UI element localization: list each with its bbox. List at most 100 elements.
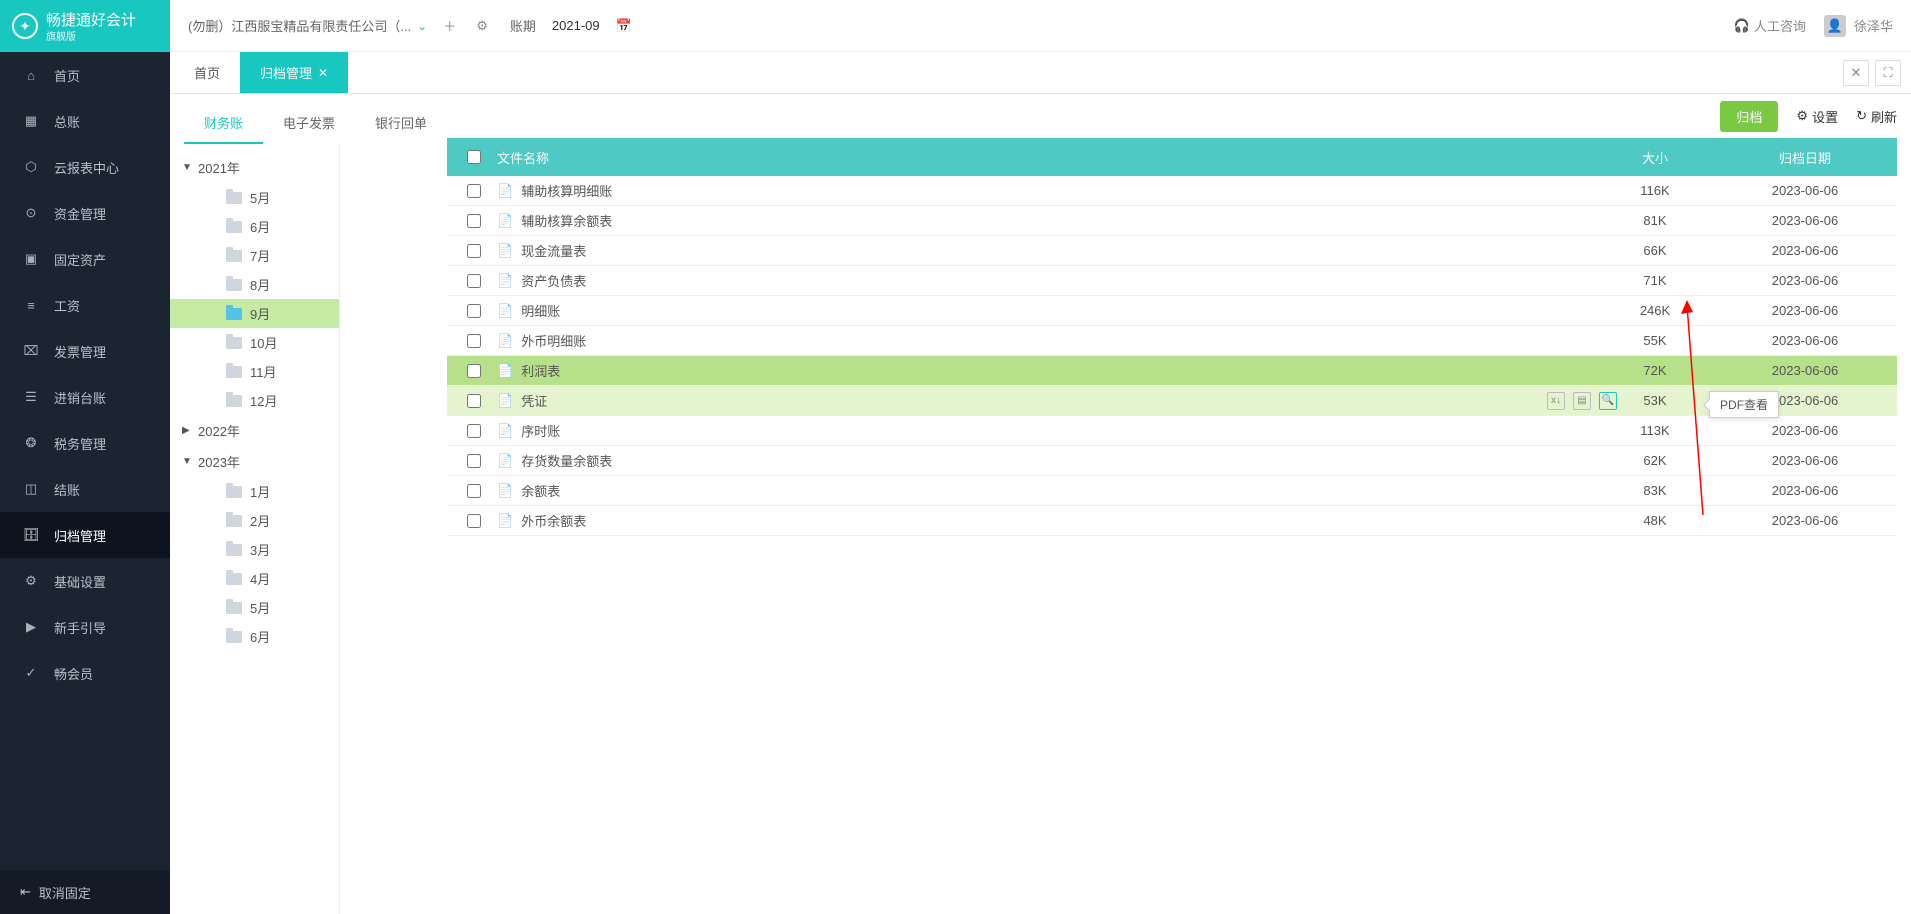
tree-month-0-0[interactable]: 5月 bbox=[170, 183, 339, 212]
tree-month-2-1[interactable]: 2月 bbox=[170, 506, 339, 535]
table-header: 文件名称 大小 归档日期 bbox=[447, 138, 1897, 176]
refresh-icon: ↻ bbox=[1856, 108, 1867, 124]
sidebar-item-label: 工资 bbox=[54, 296, 80, 315]
user-menu[interactable]: 👤 徐泽华 bbox=[1824, 15, 1893, 37]
tax-icon: ❂ bbox=[22, 434, 40, 452]
table-row[interactable]: 📄现金流量表 66K 2023-06-06 bbox=[447, 236, 1897, 266]
tree-month-2-0[interactable]: 1月 bbox=[170, 477, 339, 506]
refresh-button[interactable]: ↻ 刷新 bbox=[1856, 107, 1897, 126]
table-row[interactable]: 📄明细账 246K 2023-06-06 bbox=[447, 296, 1897, 326]
folder-icon bbox=[226, 337, 242, 349]
archive-button[interactable]: 归档 bbox=[1720, 101, 1778, 132]
row-checkbox[interactable] bbox=[467, 274, 481, 288]
folder-icon bbox=[226, 602, 242, 614]
ledger-icon: ▦ bbox=[22, 112, 40, 130]
calendar-icon[interactable]: 📅 bbox=[616, 18, 632, 34]
page-tabs: 首页归档管理✕ ✕ ⛶ bbox=[170, 52, 1911, 94]
archive-date: 2023-06-06 bbox=[1725, 513, 1885, 528]
tree-month-0-4[interactable]: 9月 bbox=[170, 299, 339, 328]
row-checkbox[interactable] bbox=[467, 364, 481, 378]
sidebar-item-5[interactable]: ≡工资 bbox=[0, 282, 170, 328]
download-excel-icon[interactable]: x↓ bbox=[1547, 392, 1565, 410]
tab-close-icon[interactable]: ✕ bbox=[318, 66, 328, 80]
sidebar-item-2[interactable]: ⬡云报表中心 bbox=[0, 144, 170, 190]
caret-icon: ▼ bbox=[182, 162, 192, 173]
tree-month-0-7[interactable]: 12月 bbox=[170, 386, 339, 415]
row-actions: x↓ ▤ 🔍 bbox=[1547, 392, 1617, 410]
consult-link[interactable]: 🎧 人工咨询 bbox=[1734, 16, 1806, 35]
row-checkbox[interactable] bbox=[467, 394, 481, 408]
file-icon: 📄 bbox=[497, 393, 513, 409]
sidebar-item-11[interactable]: ⚙基础设置 bbox=[0, 558, 170, 604]
settings-button[interactable]: ⚙ 设置 bbox=[1796, 107, 1838, 126]
tree-month-0-1[interactable]: 6月 bbox=[170, 212, 339, 241]
row-checkbox[interactable] bbox=[467, 334, 481, 348]
row-checkbox[interactable] bbox=[467, 184, 481, 198]
sidebar-item-4[interactable]: ▣固定资产 bbox=[0, 236, 170, 282]
tree-year-2[interactable]: ▼2023年 bbox=[170, 446, 339, 477]
row-checkbox[interactable] bbox=[467, 214, 481, 228]
sidebar-item-7[interactable]: ☰进销台账 bbox=[0, 374, 170, 420]
subtab-0[interactable]: 财务账 bbox=[184, 103, 263, 144]
file-icon: 📄 bbox=[497, 273, 513, 289]
chevron-down-icon: ⌄ bbox=[417, 19, 427, 33]
header-name: 文件名称 bbox=[489, 148, 1585, 167]
table-row[interactable]: 📄辅助核算明细账 116K 2023-06-06 bbox=[447, 176, 1897, 206]
settings-quick-icon[interactable]: ⚙ bbox=[472, 14, 492, 38]
tree-month-0-3[interactable]: 8月 bbox=[170, 270, 339, 299]
brand-name: 畅捷通好会计 bbox=[46, 9, 136, 30]
table-row[interactable]: 📄资产负债表 71K 2023-06-06 bbox=[447, 266, 1897, 296]
table-row[interactable]: 📄序时账 113K 2023-06-06 bbox=[447, 416, 1897, 446]
period-value: 2021-09 bbox=[552, 18, 600, 33]
file-name: 凭证 bbox=[521, 391, 547, 410]
tree-month-2-4[interactable]: 5月 bbox=[170, 593, 339, 622]
sidebar-item-13[interactable]: ✓畅会员 bbox=[0, 650, 170, 696]
table-row[interactable]: 📄凭证 x↓ ▤ 🔍 53K 2023-06-06 bbox=[447, 386, 1897, 416]
tree-year-0[interactable]: ▼2021年 bbox=[170, 152, 339, 183]
table-row[interactable]: 📄利润表 72K 2023-06-06 bbox=[447, 356, 1897, 386]
file-name: 明细账 bbox=[521, 301, 560, 320]
archive-date: 2023-06-06 bbox=[1725, 453, 1885, 468]
add-button[interactable]: ＋ bbox=[439, 12, 460, 39]
brand-icon: ✦ bbox=[12, 13, 38, 39]
sidebar-item-1[interactable]: ▦总账 bbox=[0, 98, 170, 144]
sidebar-item-0[interactable]: ⌂首页 bbox=[0, 52, 170, 98]
tab-close-all[interactable]: ✕ bbox=[1843, 60, 1869, 86]
view-pdf-icon[interactable]: 🔍 bbox=[1599, 392, 1617, 410]
table-row[interactable]: 📄辅助核算余额表 81K 2023-06-06 bbox=[447, 206, 1897, 236]
caret-icon: ▼ bbox=[182, 456, 192, 467]
sidebar-item-12[interactable]: ▶新手引导 bbox=[0, 604, 170, 650]
subtab-1[interactable]: 电子发票 bbox=[263, 103, 355, 144]
tree-month-2-2[interactable]: 3月 bbox=[170, 535, 339, 564]
row-checkbox[interactable] bbox=[467, 244, 481, 258]
row-checkbox[interactable] bbox=[467, 454, 481, 468]
tree-year-1[interactable]: ▶2022年 bbox=[170, 415, 339, 446]
sidebar-item-label: 云报表中心 bbox=[54, 158, 119, 177]
tree-month-2-3[interactable]: 4月 bbox=[170, 564, 339, 593]
sidebar-item-8[interactable]: ❂税务管理 bbox=[0, 420, 170, 466]
row-checkbox[interactable] bbox=[467, 484, 481, 498]
tree-month-0-5[interactable]: 10月 bbox=[170, 328, 339, 357]
sidebar-unpin[interactable]: ⇤ 取消固定 bbox=[0, 870, 170, 914]
table-row[interactable]: 📄外币明细账 55K 2023-06-06 bbox=[447, 326, 1897, 356]
tree-month-2-5[interactable]: 6月 bbox=[170, 622, 339, 651]
sidebar-item-3[interactable]: ⊙资金管理 bbox=[0, 190, 170, 236]
sidebar-item-6[interactable]: ⌧发票管理 bbox=[0, 328, 170, 374]
tree-month-0-6[interactable]: 11月 bbox=[170, 357, 339, 386]
tree-month-0-2[interactable]: 7月 bbox=[170, 241, 339, 270]
table-row[interactable]: 📄余额表 83K 2023-06-06 bbox=[447, 476, 1897, 506]
table-row[interactable]: 📄外币余额表 48K 2023-06-06 bbox=[447, 506, 1897, 536]
row-checkbox[interactable] bbox=[467, 304, 481, 318]
row-checkbox[interactable] bbox=[467, 424, 481, 438]
select-all-checkbox[interactable] bbox=[467, 150, 481, 164]
company-selector[interactable]: (勿删）江西服宝精品有限责任公司（... ⌄ bbox=[188, 16, 427, 35]
sidebar-item-9[interactable]: ◫结账 bbox=[0, 466, 170, 512]
row-checkbox[interactable] bbox=[467, 514, 481, 528]
tab-1[interactable]: 归档管理✕ bbox=[240, 52, 348, 93]
tab-0[interactable]: 首页 bbox=[174, 52, 240, 93]
sidebar-item-10[interactable]: 🗄归档管理 bbox=[0, 512, 170, 558]
tab-fullscreen[interactable]: ⛶ bbox=[1875, 60, 1901, 86]
download-pdf-icon[interactable]: ▤ bbox=[1573, 392, 1591, 410]
table-row[interactable]: 📄存货数量余额表 62K 2023-06-06 bbox=[447, 446, 1897, 476]
subtab-2[interactable]: 银行回单 bbox=[355, 103, 447, 144]
